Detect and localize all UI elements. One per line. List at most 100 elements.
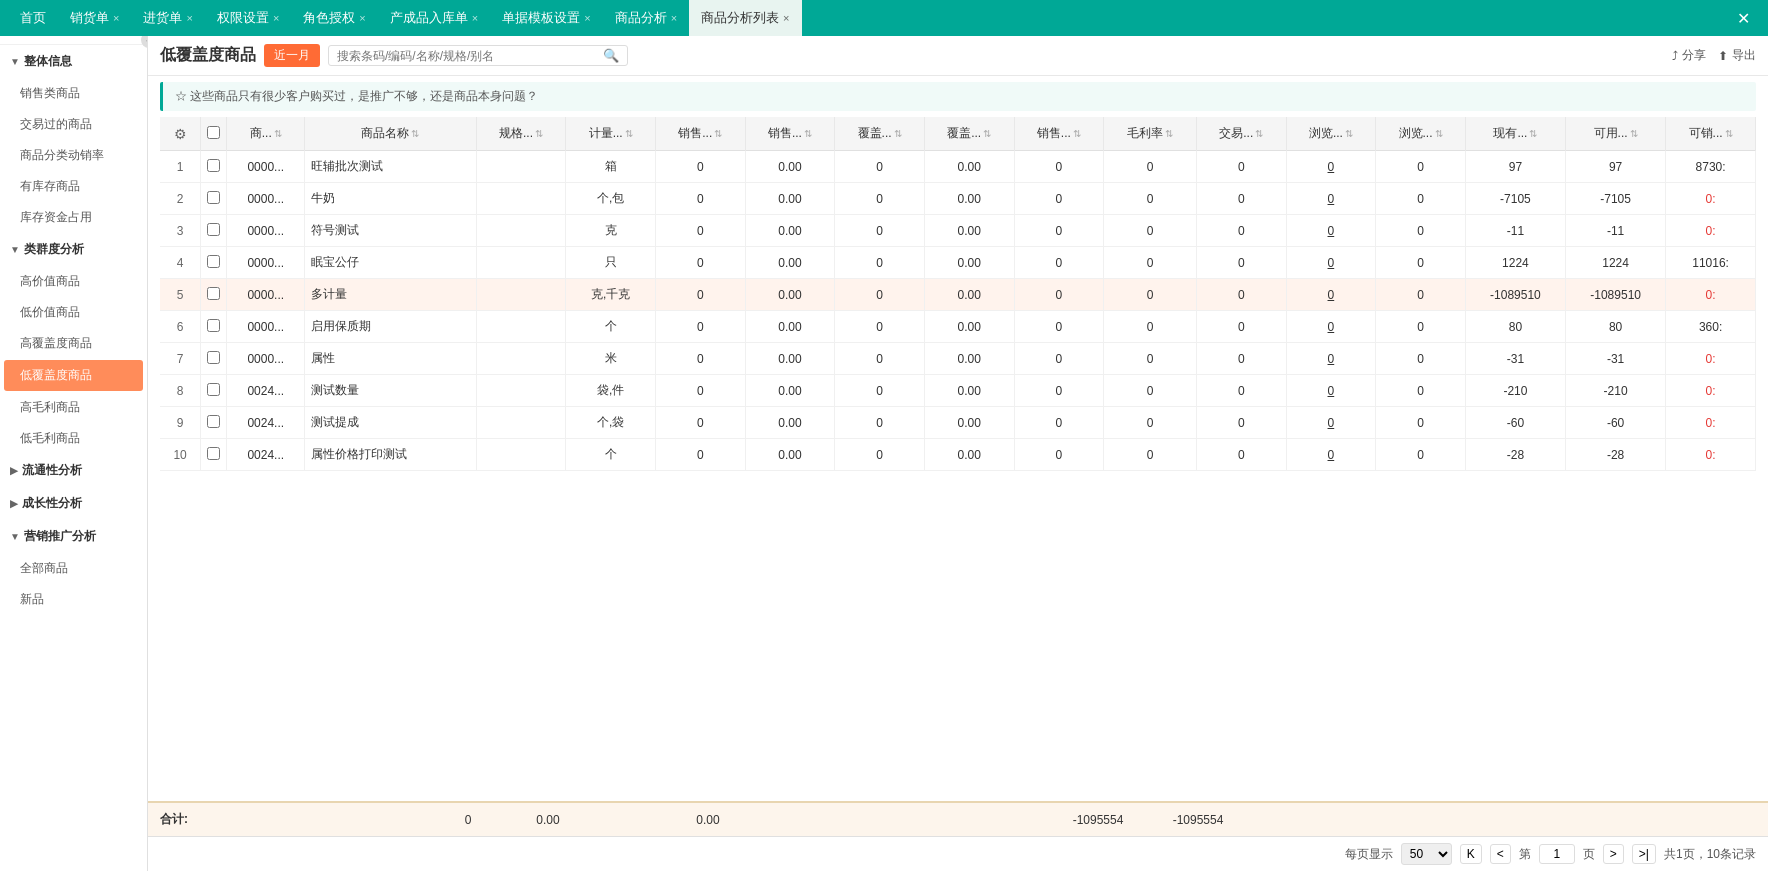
sidebar-item-category-turnover[interactable]: 商品分类动销率 <box>0 140 147 171</box>
column-name[interactable]: 商品名称⇅ <box>305 117 476 151</box>
sidebar-section-liquidity-analysis[interactable]: ▶ 流通性分析 <box>0 454 147 487</box>
column-code[interactable]: 商...⇅ <box>227 117 305 151</box>
row-coverage2: 0.00 <box>924 215 1014 247</box>
nav-finished-goods[interactable]: 产成品入库单 × <box>378 0 490 36</box>
nav-product-analysis-list[interactable]: 商品分析列表 × <box>689 0 801 36</box>
column-trans[interactable]: 交易...⇅ <box>1196 117 1286 151</box>
nav-sales-order[interactable]: 销货单 × <box>58 0 131 36</box>
nav-purchase-order[interactable]: 进货单 × <box>131 0 204 36</box>
window-close-button[interactable]: ✕ <box>1727 9 1760 28</box>
last-page-button[interactable]: >| <box>1632 844 1656 864</box>
row-sales-qty: 0 <box>655 183 745 215</box>
close-icon[interactable]: × <box>584 12 590 24</box>
row-saleable: 0: <box>1666 407 1756 439</box>
close-icon[interactable]: × <box>783 12 789 24</box>
column-spec[interactable]: 规格...⇅ <box>476 117 566 151</box>
first-page-button[interactable]: K <box>1460 844 1482 864</box>
row-browse1[interactable]: 0 <box>1286 183 1376 215</box>
row-checkbox-cell <box>201 183 227 215</box>
column-browse2[interactable]: 浏览...⇅ <box>1376 117 1466 151</box>
sidebar-item-low-coverage-goods[interactable]: 低覆盖度商品 <box>4 360 143 391</box>
column-gross-margin[interactable]: 毛利率⇅ <box>1104 117 1197 151</box>
column-available-stock[interactable]: 可用...⇅ <box>1566 117 1666 151</box>
row-browse1[interactable]: 0 <box>1286 439 1376 471</box>
sidebar-item-low-margin-goods[interactable]: 低毛利商品 <box>0 423 147 454</box>
search-input[interactable] <box>337 49 603 63</box>
row-available-stock: -7105 <box>1566 183 1666 215</box>
row-browse1[interactable]: 0 <box>1286 407 1376 439</box>
sidebar-item-inventory-capital[interactable]: 库存资金占用 <box>0 202 147 233</box>
row-browse1[interactable]: 0 <box>1286 247 1376 279</box>
nav-home[interactable]: 首页 <box>8 0 58 36</box>
row-trans: 0 <box>1196 151 1286 183</box>
close-icon[interactable]: × <box>671 12 677 24</box>
sidebar-section-growth-analysis[interactable]: ▶ 成长性分析 <box>0 487 147 520</box>
row-checkbox[interactable] <box>207 287 220 300</box>
next-page-button[interactable]: > <box>1603 844 1624 864</box>
sidebar-section-cluster-analysis[interactable]: ▼ 类群度分析 <box>0 233 147 266</box>
close-icon[interactable]: × <box>472 12 478 24</box>
sidebar-item-sales-goods[interactable]: 销售类商品 <box>0 78 147 109</box>
sidebar-item-low-value-goods[interactable]: 低价值商品 <box>0 297 147 328</box>
row-checkbox[interactable] <box>207 191 220 204</box>
column-sales-amt[interactable]: 销售...⇅ <box>745 117 835 151</box>
select-all-checkbox[interactable] <box>207 126 220 139</box>
sidebar-item-all-goods[interactable]: 全部商品 <box>0 553 147 584</box>
row-browse1[interactable]: 0 <box>1286 375 1376 407</box>
close-icon[interactable]: × <box>186 12 192 24</box>
row-coverage2: 0.00 <box>924 311 1014 343</box>
sidebar-section-overview[interactable]: ▼ 整体信息 <box>0 45 147 78</box>
row-browse1[interactable]: 0 <box>1286 343 1376 375</box>
nav-permission-settings[interactable]: 权限设置 × <box>205 0 291 36</box>
row-trans: 0 <box>1196 343 1286 375</box>
row-browse1[interactable]: 0 <box>1286 311 1376 343</box>
row-browse1[interactable]: 0 <box>1286 215 1376 247</box>
column-current-stock[interactable]: 现有...⇅ <box>1465 117 1565 151</box>
column-saleable[interactable]: 可销...⇅ <box>1666 117 1756 151</box>
column-coverage2[interactable]: 覆盖...⇅ <box>924 117 1014 151</box>
settings-icon[interactable]: ⚙ <box>174 126 187 142</box>
row-spec <box>476 247 566 279</box>
row-unit: 只 <box>566 247 656 279</box>
current-page-input[interactable] <box>1539 844 1575 864</box>
export-button[interactable]: ⬆ 导出 <box>1718 47 1756 64</box>
row-checkbox[interactable] <box>207 383 220 396</box>
sidebar-item-high-coverage-goods[interactable]: 高覆盖度商品 <box>0 328 147 359</box>
column-unit[interactable]: 计量...⇅ <box>566 117 656 151</box>
row-name: 测试数量 <box>305 375 476 407</box>
close-icon[interactable]: × <box>359 12 365 24</box>
row-checkbox[interactable] <box>207 319 220 332</box>
sidebar-section-marketing-analysis[interactable]: ▼ 营销推广分析 <box>0 520 147 553</box>
column-sales-qty[interactable]: 销售...⇅ <box>655 117 745 151</box>
row-checkbox[interactable] <box>207 415 220 428</box>
sidebar-item-high-value-goods[interactable]: 高价值商品 <box>0 266 147 297</box>
sidebar-item-in-stock-goods[interactable]: 有库存商品 <box>0 171 147 202</box>
nav-role-auth[interactable]: 角色授权 × <box>291 0 377 36</box>
row-checkbox[interactable] <box>207 159 220 172</box>
close-icon[interactable]: × <box>113 12 119 24</box>
sidebar-item-high-margin-goods[interactable]: 高毛利商品 <box>0 392 147 423</box>
row-checkbox[interactable] <box>207 223 220 236</box>
sidebar-item-traded-goods[interactable]: 交易过的商品 <box>0 109 147 140</box>
table-row: 2 0000... 牛奶 个,包 0 0.00 0 0.00 0 0 0 0 0… <box>160 183 1756 215</box>
row-checkbox[interactable] <box>207 255 220 268</box>
column-browse1[interactable]: 浏览...⇅ <box>1286 117 1376 151</box>
column-coverage1[interactable]: 覆盖...⇅ <box>835 117 925 151</box>
column-sales3[interactable]: 销售...⇅ <box>1014 117 1104 151</box>
row-browse1[interactable]: 0 <box>1286 279 1376 311</box>
row-checkbox[interactable] <box>207 351 220 364</box>
row-checkbox-cell <box>201 439 227 471</box>
sidebar-item-new-goods[interactable]: 新品 <box>0 584 147 615</box>
row-browse2: 0 <box>1376 215 1466 247</box>
row-browse1[interactable]: 0 <box>1286 151 1376 183</box>
nav-product-analysis[interactable]: 商品分析 × <box>603 0 689 36</box>
row-name: 牛奶 <box>305 183 476 215</box>
nav-template-settings[interactable]: 单据模板设置 × <box>490 0 602 36</box>
per-page-select[interactable]: 50 20 100 200 <box>1401 843 1452 865</box>
share-button[interactable]: ⤴ 分享 <box>1672 47 1706 64</box>
row-browse2: 0 <box>1376 375 1466 407</box>
row-checkbox[interactable] <box>207 447 220 460</box>
close-icon[interactable]: × <box>273 12 279 24</box>
time-filter-button[interactable]: 近一月 <box>264 44 320 67</box>
prev-page-button[interactable]: < <box>1490 844 1511 864</box>
